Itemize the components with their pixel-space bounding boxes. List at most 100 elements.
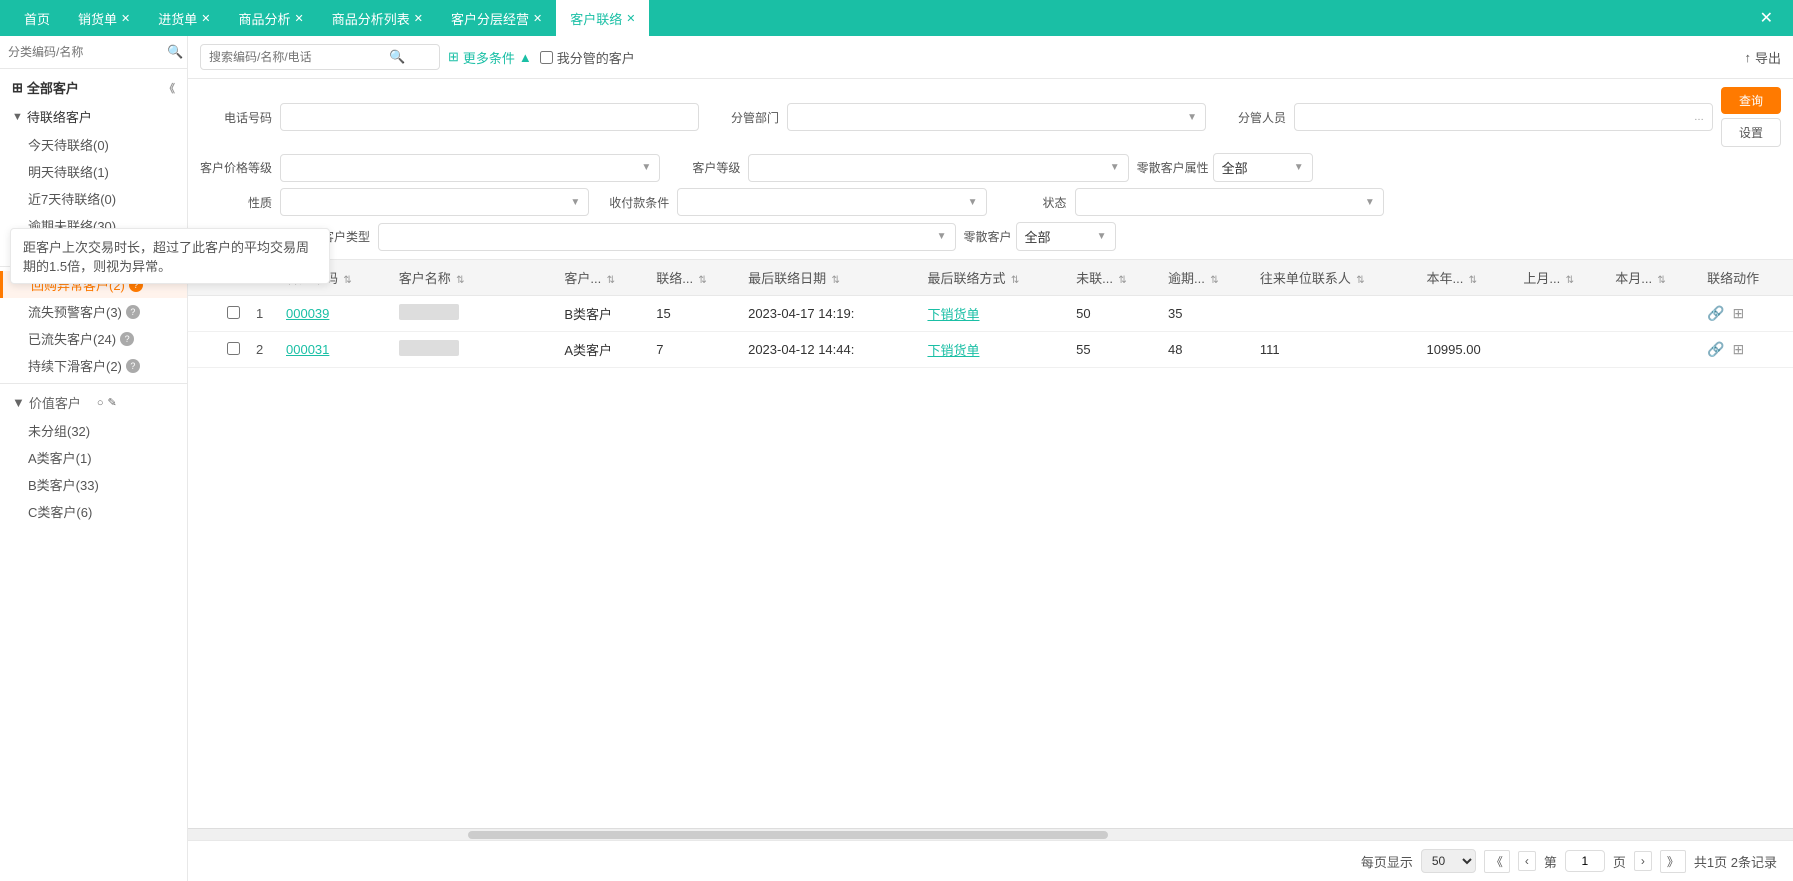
row1-code-link[interactable]: 000039	[286, 306, 329, 321]
sidebar-c-class[interactable]: C类客户(6)	[0, 498, 187, 525]
sidebar-b-class[interactable]: B类客户(33)	[0, 471, 187, 498]
horizontal-scrollbar-thumb[interactable]	[468, 831, 1108, 839]
col-company-contact: 往来单位联系人 ⇅	[1252, 260, 1419, 296]
sidebar-tomorrow-pending[interactable]: 明天待联络(1)	[0, 158, 187, 185]
customer-level-select[interactable]: ▼	[748, 154, 1128, 182]
sidebar-declining[interactable]: 持续下滑客户(2) ?	[0, 352, 187, 379]
page-input[interactable]	[1565, 850, 1605, 872]
status-select[interactable]: ▼	[1075, 188, 1384, 216]
last-page-btn[interactable]: 》	[1660, 850, 1686, 873]
my-customers-checkbox-input[interactable]	[540, 51, 553, 64]
overdue-sort-icon[interactable]: ⇅	[1210, 275, 1218, 286]
phone-input[interactable]	[280, 103, 699, 131]
table-wrapper: ⚙ 客户编码 ⇅ 客户名称	[188, 260, 1793, 828]
gender-select[interactable]: ▼	[280, 188, 589, 216]
nav-item-customer-contact[interactable]: 客户联络 ✕	[556, 0, 649, 36]
sidebar-ungroup[interactable]: 未分组(32)	[0, 417, 187, 444]
nav-close-purchase[interactable]: ✕	[201, 12, 210, 25]
row2-name-placeholder	[399, 340, 459, 356]
row2-contact-count: 7	[648, 332, 740, 368]
last-date-sort-icon[interactable]: ⇅	[831, 275, 839, 286]
name-sort-icon[interactable]: ⇅	[456, 275, 464, 286]
row2-checkbox-input[interactable]	[227, 342, 240, 355]
this-year-sort-icon[interactable]: ⇅	[1469, 275, 1477, 286]
row1-this-month	[1607, 296, 1699, 332]
row2-name	[391, 332, 557, 368]
retail-attr-select[interactable]: 全部 ▼	[1213, 153, 1313, 182]
settings-button[interactable]: 设置	[1721, 118, 1781, 147]
nav-item-product-list[interactable]: 商品分析列表 ✕	[318, 0, 437, 36]
no-contact-sort-icon[interactable]: ⇅	[1118, 275, 1126, 286]
sidebar-already-lost[interactable]: 已流失客户(24) ?	[0, 325, 187, 352]
first-page-btn[interactable]: 《	[1484, 850, 1510, 873]
sidebar-a-class[interactable]: A类客户(1)	[0, 444, 187, 471]
row2-grid-icon[interactable]: ⊞	[1733, 341, 1745, 358]
already-lost-info-icon[interactable]: ?	[120, 332, 134, 346]
row1-last-way-link[interactable]: 下销货单	[927, 307, 979, 322]
row1-checkbox-input[interactable]	[227, 306, 240, 319]
code-sort-icon[interactable]: ⇅	[343, 275, 351, 286]
contact-count-sort-icon[interactable]: ⇅	[698, 275, 706, 286]
col-this-month: 本月... ⇅	[1607, 260, 1699, 296]
customer-search-input[interactable]	[209, 50, 389, 64]
declining-info-icon[interactable]: ?	[126, 359, 140, 373]
export-button[interactable]: ↑ 导出	[1744, 48, 1781, 67]
nav-item-product-analysis[interactable]: 商品分析 ✕	[224, 0, 317, 36]
sidebar-pending-contact-label[interactable]: ▼ 待联络客户	[0, 102, 187, 131]
sidebar-tree: ⊞ 全部客户 《 ▼ 待联络客户 今天待联络(0) 明天待联络(1) 近7天待联…	[0, 69, 187, 881]
level-sort-icon[interactable]: ⇅	[607, 275, 615, 286]
sidebar-loss-pre[interactable]: 流失预警客户(3) ?	[0, 298, 187, 325]
row2-last-way-link[interactable]: 下销货单	[927, 343, 979, 358]
nav-close-customer-contact[interactable]: ✕	[626, 12, 635, 25]
company-contact-sort-icon[interactable]: ⇅	[1356, 275, 1364, 286]
value-customers-edit-icon[interactable]: ✎	[108, 396, 117, 409]
nav-close-customer-segment[interactable]: ✕	[533, 12, 542, 25]
sidebar-today-pending[interactable]: 今天待联络(0)	[0, 131, 187, 158]
this-month-sort-icon[interactable]: ⇅	[1657, 275, 1665, 286]
last-way-sort-icon[interactable]: ⇅	[1011, 275, 1019, 286]
payment-select[interactable]: ▼	[677, 188, 986, 216]
price-level-select[interactable]: ▼	[280, 154, 660, 182]
col-last-month: 上月... ⇅	[1515, 260, 1607, 296]
row2-last-contact-way: 下销货单	[919, 332, 1068, 368]
filter-row-2: 客户价格等级 ▼ 客户等级 ▼ 零散客户属性 全部	[200, 153, 1781, 182]
nav-close-sales[interactable]: ✕	[121, 12, 130, 25]
nav-item-sales[interactable]: 销货单 ✕	[64, 0, 144, 36]
next-page-btn[interactable]: ›	[1634, 851, 1652, 871]
horizontal-scrollbar[interactable]	[188, 828, 1793, 840]
nav-item-purchase[interactable]: 进货单 ✕	[144, 0, 224, 36]
retail-customer-select[interactable]: 全部 ▼	[1016, 222, 1116, 251]
value-customers-circle-icon[interactable]: ○	[97, 397, 104, 409]
sidebar-collapse-icon[interactable]: 《	[164, 80, 175, 96]
nav-close-product-list[interactable]: ✕	[414, 12, 423, 25]
nav-item-home[interactable]: 首页	[10, 0, 64, 36]
sidebar-search-input[interactable]	[8, 45, 163, 59]
customer-search-icon[interactable]: 🔍	[389, 49, 405, 65]
more-conditions-btn[interactable]: ⊞ 更多条件 ▲	[448, 48, 532, 67]
manager-select[interactable]: …	[1294, 103, 1713, 131]
page-size-select[interactable]: 50 100	[1421, 849, 1476, 873]
window-close-button[interactable]: ✕	[1750, 8, 1783, 28]
customer-type-select[interactable]: ▼	[378, 223, 955, 251]
sidebar-all-customers[interactable]: ⊞ 全部客户 《	[0, 73, 187, 102]
nav-close-product-analysis[interactable]: ✕	[295, 12, 304, 25]
row1-link-icon[interactable]: 🔗	[1707, 305, 1724, 322]
nav-item-customer-segment[interactable]: 客户分层经营 ✕	[437, 0, 556, 36]
table-area: ⚙ 客户编码 ⇅ 客户名称	[188, 260, 1793, 881]
query-button[interactable]: 查询	[1721, 87, 1781, 114]
customer-search-box: 🔍	[200, 44, 440, 70]
manager-more-icon[interactable]: …	[1694, 112, 1704, 123]
row2-overdue: 48	[1160, 332, 1252, 368]
last-month-sort-icon[interactable]: ⇅	[1566, 275, 1574, 286]
sidebar-search-icon[interactable]: 🔍	[167, 44, 183, 60]
row2-link-icon[interactable]: 🔗	[1707, 341, 1724, 358]
payment-down-arrow: ▼	[968, 197, 978, 208]
row1-grid-icon[interactable]: ⊞	[1733, 305, 1745, 322]
row2-checkbox	[218, 332, 248, 368]
loss-pre-info-icon[interactable]: ?	[126, 305, 140, 319]
prev-page-btn[interactable]: ‹	[1518, 851, 1536, 871]
row2-code-link[interactable]: 000031	[286, 342, 329, 357]
dept-select[interactable]: ▼	[787, 103, 1206, 131]
sidebar-7days-pending[interactable]: 近7天待联络(0)	[0, 185, 187, 212]
my-customers-checkbox[interactable]: 我分管的客户	[540, 48, 635, 67]
